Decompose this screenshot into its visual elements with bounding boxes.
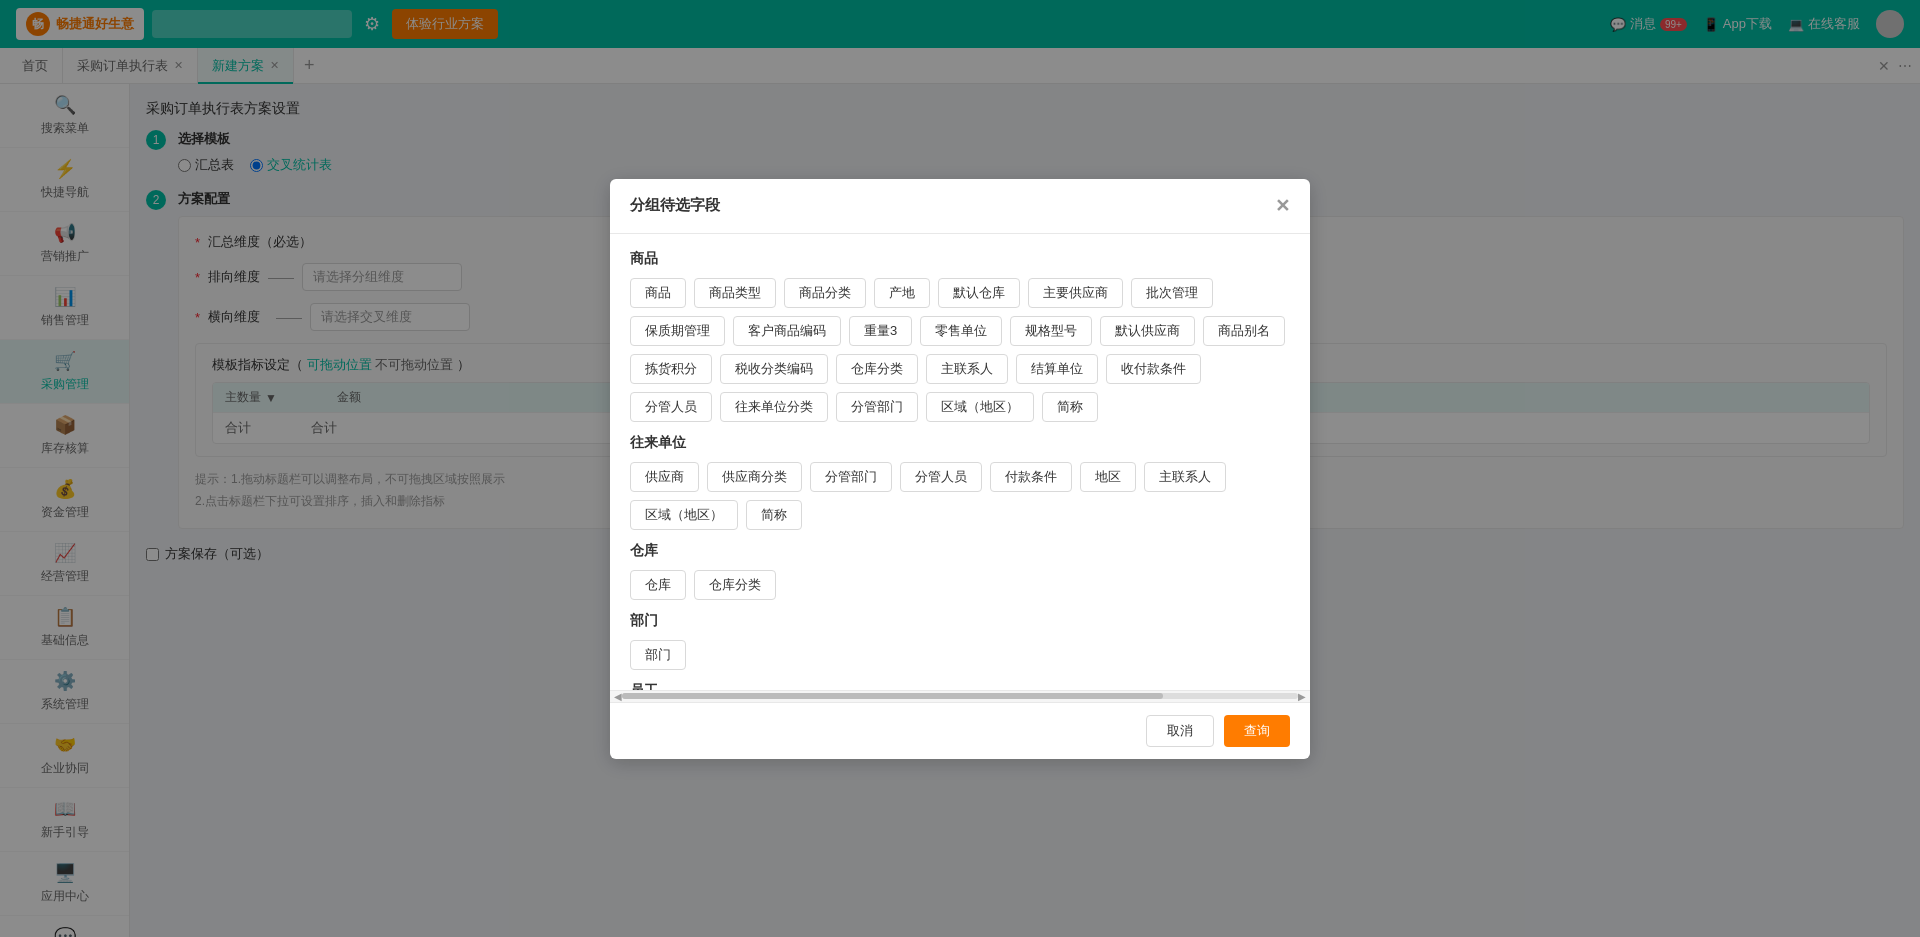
field-tag[interactable]: 简称 (1042, 392, 1098, 422)
field-tag[interactable]: 默认仓库 (938, 278, 1020, 308)
field-tag[interactable]: 简称 (746, 500, 802, 530)
field-tag[interactable]: 商品类型 (694, 278, 776, 308)
modal-body: 商品 商品 商品类型 商品分类 产地 默认仓库 主要供应商 批次管理 保质期管理… (610, 234, 1310, 690)
field-tag[interactable]: 供应商 (630, 462, 699, 492)
field-tag[interactable]: 结算单位 (1016, 354, 1098, 384)
field-tag[interactable]: 供应商分类 (707, 462, 802, 492)
field-tag[interactable]: 规格型号 (1010, 316, 1092, 346)
field-tag[interactable]: 仓库 (630, 570, 686, 600)
field-tag[interactable]: 区域（地区） (630, 500, 738, 530)
field-tag[interactable]: 拣货积分 (630, 354, 712, 384)
section-title-goods: 商品 (630, 250, 1290, 268)
field-tag[interactable]: 仓库分类 (694, 570, 776, 600)
field-tag[interactable]: 默认供应商 (1100, 316, 1195, 346)
field-tags-partner: 供应商 供应商分类 分管部门 分管人员 付款条件 地区 主联系人 区域（地区） … (630, 462, 1290, 530)
field-tag[interactable]: 保质期管理 (630, 316, 725, 346)
modal-footer: 取消 查询 (610, 702, 1310, 759)
field-tags-dept: 部门 (630, 640, 1290, 670)
hscroll-track (622, 693, 1298, 699)
field-tag[interactable]: 主要供应商 (1028, 278, 1123, 308)
field-tag[interactable]: 付款条件 (990, 462, 1072, 492)
section-title-dept: 部门 (630, 612, 1290, 630)
field-tag[interactable]: 客户商品编码 (733, 316, 841, 346)
field-tag[interactable]: 商品 (630, 278, 686, 308)
hscroll-thumb[interactable] (622, 693, 1163, 699)
field-tag[interactable]: 商品分类 (784, 278, 866, 308)
field-tag[interactable]: 部门 (630, 640, 686, 670)
field-tag[interactable]: 区域（地区） (926, 392, 1034, 422)
section-title-staff: 员工 (630, 682, 1290, 690)
field-tag[interactable]: 批次管理 (1131, 278, 1213, 308)
field-tag[interactable]: 分管人员 (630, 392, 712, 422)
field-tag[interactable]: 主联系人 (1144, 462, 1226, 492)
hscroll-right-arrow[interactable]: ▶ (1298, 691, 1306, 702)
field-tag[interactable]: 产地 (874, 278, 930, 308)
field-tag[interactable]: 重量3 (849, 316, 912, 346)
cancel-button[interactable]: 取消 (1146, 715, 1214, 747)
field-tags-warehouse: 仓库 仓库分类 (630, 570, 1290, 600)
field-tag[interactable]: 主联系人 (926, 354, 1008, 384)
modal-horizontal-scrollbar[interactable]: ◀ ▶ (610, 690, 1310, 702)
section-title-warehouse: 仓库 (630, 542, 1290, 560)
field-tag[interactable]: 商品别名 (1203, 316, 1285, 346)
modal-header: 分组待选字段 ✕ (610, 179, 1310, 234)
modal-title: 分组待选字段 (630, 196, 720, 215)
modal-overlay: 分组待选字段 ✕ 商品 商品 商品类型 商品分类 产地 默认仓库 主要供应商 批… (0, 0, 1920, 937)
section-title-partner: 往来单位 (630, 434, 1290, 452)
field-tags-goods: 商品 商品类型 商品分类 产地 默认仓库 主要供应商 批次管理 保质期管理 客户… (630, 278, 1290, 422)
field-tag[interactable]: 分管人员 (900, 462, 982, 492)
field-tag[interactable]: 地区 (1080, 462, 1136, 492)
hscroll-left-arrow[interactable]: ◀ (614, 691, 622, 702)
field-tag[interactable]: 税收分类编码 (720, 354, 828, 384)
field-tag[interactable]: 仓库分类 (836, 354, 918, 384)
confirm-button[interactable]: 查询 (1224, 715, 1290, 747)
field-tag[interactable]: 分管部门 (836, 392, 918, 422)
field-tag[interactable]: 往来单位分类 (720, 392, 828, 422)
field-tag[interactable]: 收付款条件 (1106, 354, 1201, 384)
modal-close-button[interactable]: ✕ (1275, 195, 1290, 217)
field-tag[interactable]: 零售单位 (920, 316, 1002, 346)
field-select-modal: 分组待选字段 ✕ 商品 商品 商品类型 商品分类 产地 默认仓库 主要供应商 批… (610, 179, 1310, 759)
field-tag[interactable]: 分管部门 (810, 462, 892, 492)
